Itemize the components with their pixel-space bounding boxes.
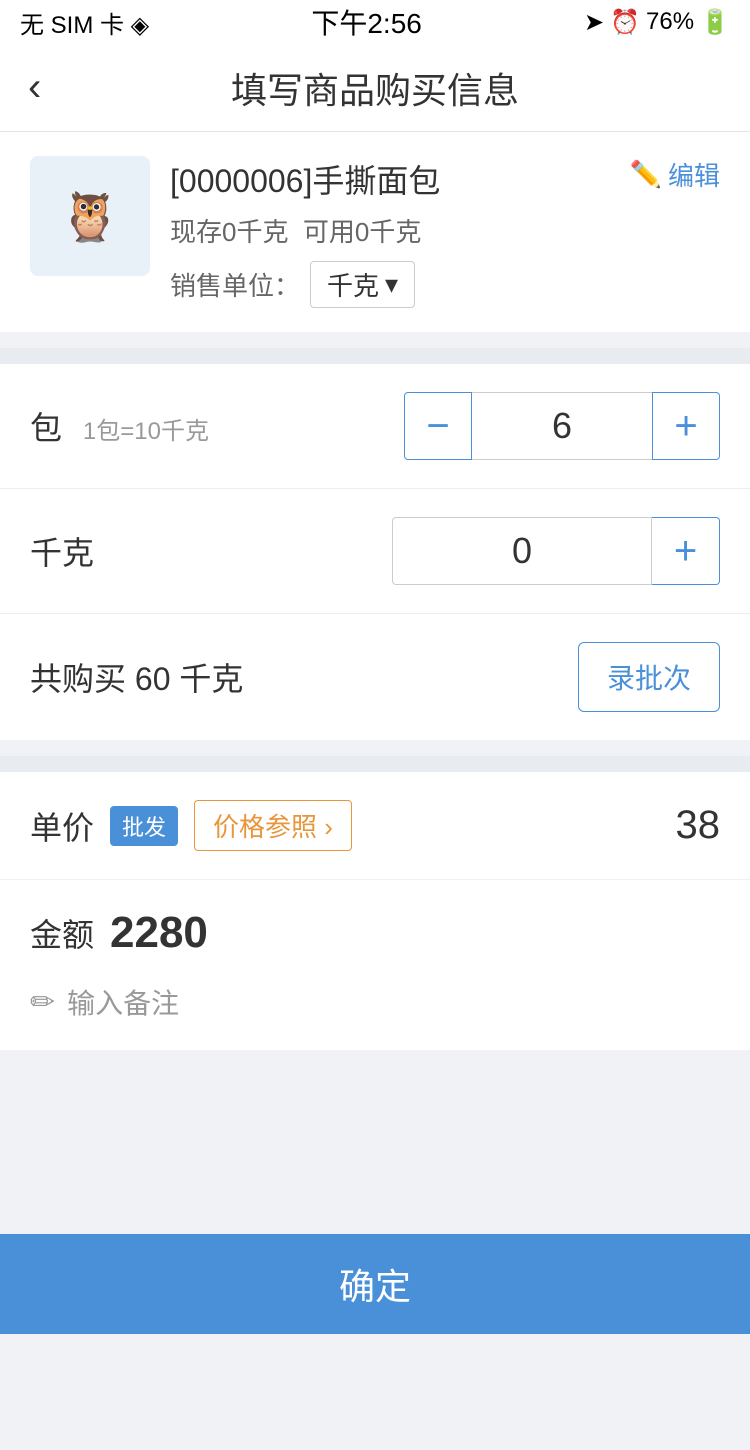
batch-button[interactable]: 录批次 — [578, 642, 720, 712]
product-logo-icon: 🦉 — [60, 188, 120, 245]
unit-select[interactable]: 千克 ▾ — [310, 261, 415, 308]
bao-increment-button[interactable]: + — [652, 392, 720, 460]
product-card: 🦉 [0000006]手撕面包 现存0千克 可用0千克 销售单位： 千克 ▾ ✏… — [0, 132, 750, 332]
qianke-label: 千克 — [30, 528, 392, 574]
confirm-button[interactable]: 确定 — [0, 1234, 750, 1334]
note-placeholder: 输入备注 — [67, 982, 179, 1022]
qianke-row: 千克 + — [0, 489, 750, 614]
no-sim-text: 无 SIM 卡 ◈ — [20, 5, 149, 40]
price-left: 单价 批发 价格参照 › — [30, 800, 352, 851]
price-label: 单价 — [30, 803, 94, 849]
product-image: 🦉 — [30, 156, 150, 276]
qianke-input[interactable] — [392, 517, 652, 585]
back-button[interactable]: ‹ — [28, 65, 41, 110]
status-bar: 无 SIM 卡 ◈ 下午2:56 ➤ ⏰ 76% 🔋 — [0, 0, 750, 44]
price-value: 38 — [676, 803, 721, 848]
status-left: 无 SIM 卡 ◈ — [20, 5, 149, 40]
bao-hint: 1包=10千克 — [83, 418, 209, 445]
battery-text: 76% — [646, 8, 694, 36]
summary-text: 共购买 60 千克 — [30, 654, 243, 700]
edit-button[interactable]: ✏️ 编辑 — [630, 156, 720, 193]
bao-decrement-button[interactable]: − — [404, 392, 472, 460]
input-section: 包 1包=10千克 − + 千克 + — [0, 364, 750, 614]
pencil-icon: ✏ — [30, 985, 55, 1020]
bao-qty-control: − + — [404, 392, 720, 460]
amount-row: 金额 2280 — [30, 908, 720, 958]
bao-input[interactable] — [472, 392, 652, 460]
amount-label: 金额 — [30, 910, 94, 956]
status-time: 下午2:56 — [311, 2, 422, 42]
product-stock: 现存0千克 可用0千克 — [170, 212, 720, 249]
qianke-qty-control: + — [392, 517, 720, 585]
page-title: 填写商品购买信息 — [231, 62, 519, 114]
price-reference-button[interactable]: 价格参照 › — [194, 800, 352, 851]
edit-icon: ✏️ — [630, 159, 662, 190]
alarm-icon: ⏰ — [610, 8, 640, 37]
amount-section: 金额 2280 ✏ 输入备注 — [0, 880, 750, 1050]
battery-icon: 🔋 — [700, 8, 730, 37]
summary-section: 共购买 60 千克 录批次 — [0, 614, 750, 740]
note-row[interactable]: ✏ 输入备注 — [30, 982, 720, 1022]
amount-value: 2280 — [110, 908, 208, 958]
status-right: ➤ ⏰ 76% 🔋 — [584, 8, 730, 37]
pifa-tag: 批发 — [110, 806, 178, 846]
nav-bar: ‹ 填写商品购买信息 — [0, 44, 750, 132]
bao-row: 包 1包=10千克 − + — [0, 364, 750, 489]
divider-2 — [0, 756, 750, 772]
price-section: 单价 批发 价格参照 › 38 — [0, 772, 750, 880]
product-unit: 销售单位： 千克 ▾ — [170, 261, 720, 308]
qianke-increment-button[interactable]: + — [652, 517, 720, 585]
location-icon: ➤ — [584, 8, 604, 37]
bao-label: 包 1包=10千克 — [30, 403, 404, 449]
divider-1 — [0, 348, 750, 364]
unit-chevron-icon: ▾ — [385, 269, 398, 300]
